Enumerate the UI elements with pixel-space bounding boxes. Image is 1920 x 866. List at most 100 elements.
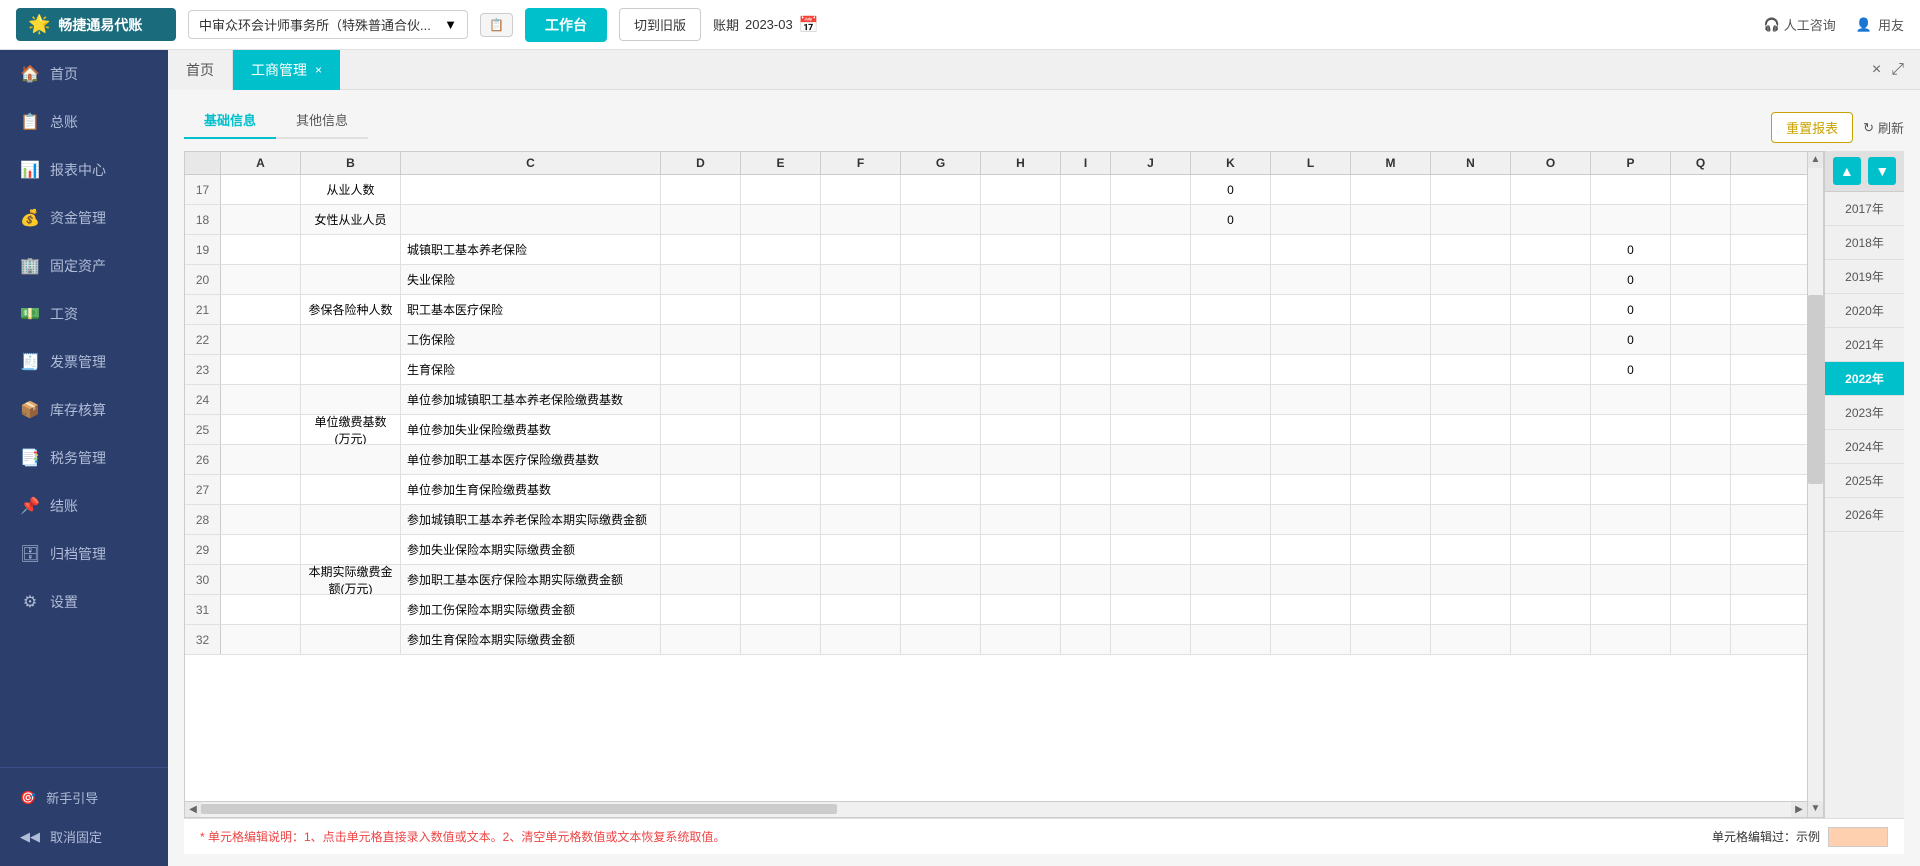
cell-30-h[interactable] bbox=[981, 565, 1061, 594]
cell-27-m[interactable] bbox=[1351, 475, 1431, 504]
cell-26-c[interactable]: 单位参加职工基本医疗保险缴费基数 bbox=[401, 445, 661, 474]
cell-25-l[interactable] bbox=[1271, 415, 1351, 444]
cell-32-e[interactable] bbox=[741, 625, 821, 654]
cell-31-c[interactable]: 参加工伤保险本期实际缴费金额 bbox=[401, 595, 661, 624]
cell-31-i[interactable] bbox=[1061, 595, 1111, 624]
cell-27-g[interactable] bbox=[901, 475, 981, 504]
cell-22-l[interactable] bbox=[1271, 325, 1351, 354]
cell-21-b[interactable]: 参保各险种人数 bbox=[301, 295, 401, 324]
sidebar-item-reports[interactable]: 📊 报表中心 bbox=[0, 146, 168, 194]
cell-18-b[interactable]: 女性从业人员 bbox=[301, 205, 401, 234]
cell-22-c[interactable]: 工伤保险 bbox=[401, 325, 661, 354]
cell-21-n[interactable] bbox=[1431, 295, 1511, 324]
year-item-2025[interactable]: 2025年 bbox=[1825, 464, 1904, 498]
cell-24-m[interactable] bbox=[1351, 385, 1431, 414]
cell-30-m[interactable] bbox=[1351, 565, 1431, 594]
sidebar-item-inventory[interactable]: 📦 库存核算 bbox=[0, 386, 168, 434]
year-panel-down-arrow[interactable]: ▼ bbox=[1868, 157, 1896, 185]
tab-close-window-button[interactable]: × bbox=[1872, 61, 1881, 79]
cell-30-b[interactable]: 本期实际缴费金额(万元) bbox=[301, 565, 401, 594]
cell-19-q[interactable] bbox=[1671, 235, 1731, 264]
cell-32-d[interactable] bbox=[661, 625, 741, 654]
cell-17-a[interactable] bbox=[221, 175, 301, 204]
cell-23-e[interactable] bbox=[741, 355, 821, 384]
cell-27-c[interactable]: 单位参加生育保险缴费基数 bbox=[401, 475, 661, 504]
cell-24-d[interactable] bbox=[661, 385, 741, 414]
cell-21-d[interactable] bbox=[661, 295, 741, 324]
sub-tab-other[interactable]: 其他信息 bbox=[276, 102, 368, 139]
cell-28-h[interactable] bbox=[981, 505, 1061, 534]
cell-27-f[interactable] bbox=[821, 475, 901, 504]
cell-22-g[interactable] bbox=[901, 325, 981, 354]
cell-22-a[interactable] bbox=[221, 325, 301, 354]
cell-28-e[interactable] bbox=[741, 505, 821, 534]
cell-19-h[interactable] bbox=[981, 235, 1061, 264]
cell-27-o[interactable] bbox=[1511, 475, 1591, 504]
cell-19-l[interactable] bbox=[1271, 235, 1351, 264]
cell-21-k[interactable] bbox=[1191, 295, 1271, 324]
cell-27-k[interactable] bbox=[1191, 475, 1271, 504]
cell-26-b[interactable] bbox=[301, 445, 401, 474]
cell-28-m[interactable] bbox=[1351, 505, 1431, 534]
sidebar-item-archive[interactable]: 🗄 归档管理 bbox=[0, 530, 168, 578]
cell-31-g[interactable] bbox=[901, 595, 981, 624]
cell-21-g[interactable] bbox=[901, 295, 981, 324]
cell-26-j[interactable] bbox=[1111, 445, 1191, 474]
cell-17-e[interactable] bbox=[741, 175, 821, 204]
cell-23-h[interactable] bbox=[981, 355, 1061, 384]
cell-28-l[interactable] bbox=[1271, 505, 1351, 534]
cell-24-n[interactable] bbox=[1431, 385, 1511, 414]
cell-26-f[interactable] bbox=[821, 445, 901, 474]
cell-29-m[interactable] bbox=[1351, 535, 1431, 564]
cell-31-e[interactable] bbox=[741, 595, 821, 624]
cell-20-b[interactable] bbox=[301, 265, 401, 294]
cell-18-h[interactable] bbox=[981, 205, 1061, 234]
copy-button[interactable]: 📋 bbox=[480, 13, 513, 37]
cell-23-q[interactable] bbox=[1671, 355, 1731, 384]
sidebar-item-ledger[interactable]: 📋 总账 bbox=[0, 98, 168, 146]
cell-20-k[interactable] bbox=[1191, 265, 1271, 294]
cell-20-d[interactable] bbox=[661, 265, 741, 294]
cell-25-e[interactable] bbox=[741, 415, 821, 444]
cell-17-o[interactable] bbox=[1511, 175, 1591, 204]
cell-25-j[interactable] bbox=[1111, 415, 1191, 444]
cell-24-c[interactable]: 单位参加城镇职工基本养老保险缴费基数 bbox=[401, 385, 661, 414]
cell-22-e[interactable] bbox=[741, 325, 821, 354]
cell-22-j[interactable] bbox=[1111, 325, 1191, 354]
cell-30-l[interactable] bbox=[1271, 565, 1351, 594]
tab-home[interactable]: 首页 bbox=[168, 50, 233, 90]
cell-25-i[interactable] bbox=[1061, 415, 1111, 444]
cell-19-j[interactable] bbox=[1111, 235, 1191, 264]
cell-26-i[interactable] bbox=[1061, 445, 1111, 474]
cell-22-q[interactable] bbox=[1671, 325, 1731, 354]
cell-20-m[interactable] bbox=[1351, 265, 1431, 294]
cell-17-d[interactable] bbox=[661, 175, 741, 204]
cell-27-d[interactable] bbox=[661, 475, 741, 504]
cell-28-j[interactable] bbox=[1111, 505, 1191, 534]
cell-20-h[interactable] bbox=[981, 265, 1061, 294]
sidebar-item-assets[interactable]: 🏢 固定资产 bbox=[0, 242, 168, 290]
cell-19-i[interactable] bbox=[1061, 235, 1111, 264]
cell-20-q[interactable] bbox=[1671, 265, 1731, 294]
sidebar-item-unpin[interactable]: ◀◀ 取消固定 bbox=[0, 817, 168, 856]
cell-28-q[interactable] bbox=[1671, 505, 1731, 534]
h-scroll-right-arrow[interactable]: ▶ bbox=[1791, 802, 1807, 817]
cell-30-e[interactable] bbox=[741, 565, 821, 594]
v-scroll-thumb[interactable] bbox=[1808, 295, 1823, 485]
cell-23-g[interactable] bbox=[901, 355, 981, 384]
reset-report-button[interactable]: 重置报表 bbox=[1771, 112, 1853, 143]
cell-26-g[interactable] bbox=[901, 445, 981, 474]
cell-21-p[interactable]: 0 bbox=[1591, 295, 1671, 324]
cell-20-p[interactable]: 0 bbox=[1591, 265, 1671, 294]
cell-27-b[interactable] bbox=[301, 475, 401, 504]
cell-26-n[interactable] bbox=[1431, 445, 1511, 474]
cell-21-h[interactable] bbox=[981, 295, 1061, 324]
cell-29-i[interactable] bbox=[1061, 535, 1111, 564]
cell-19-d[interactable] bbox=[661, 235, 741, 264]
cell-29-k[interactable] bbox=[1191, 535, 1271, 564]
cell-29-c[interactable]: 参加失业保险本期实际缴费金额 bbox=[401, 535, 661, 564]
cell-30-c[interactable]: 参加职工基本医疗保险本期实际缴费金额 bbox=[401, 565, 661, 594]
cell-19-n[interactable] bbox=[1431, 235, 1511, 264]
cell-25-a[interactable] bbox=[221, 415, 301, 444]
cell-32-p[interactable] bbox=[1591, 625, 1671, 654]
